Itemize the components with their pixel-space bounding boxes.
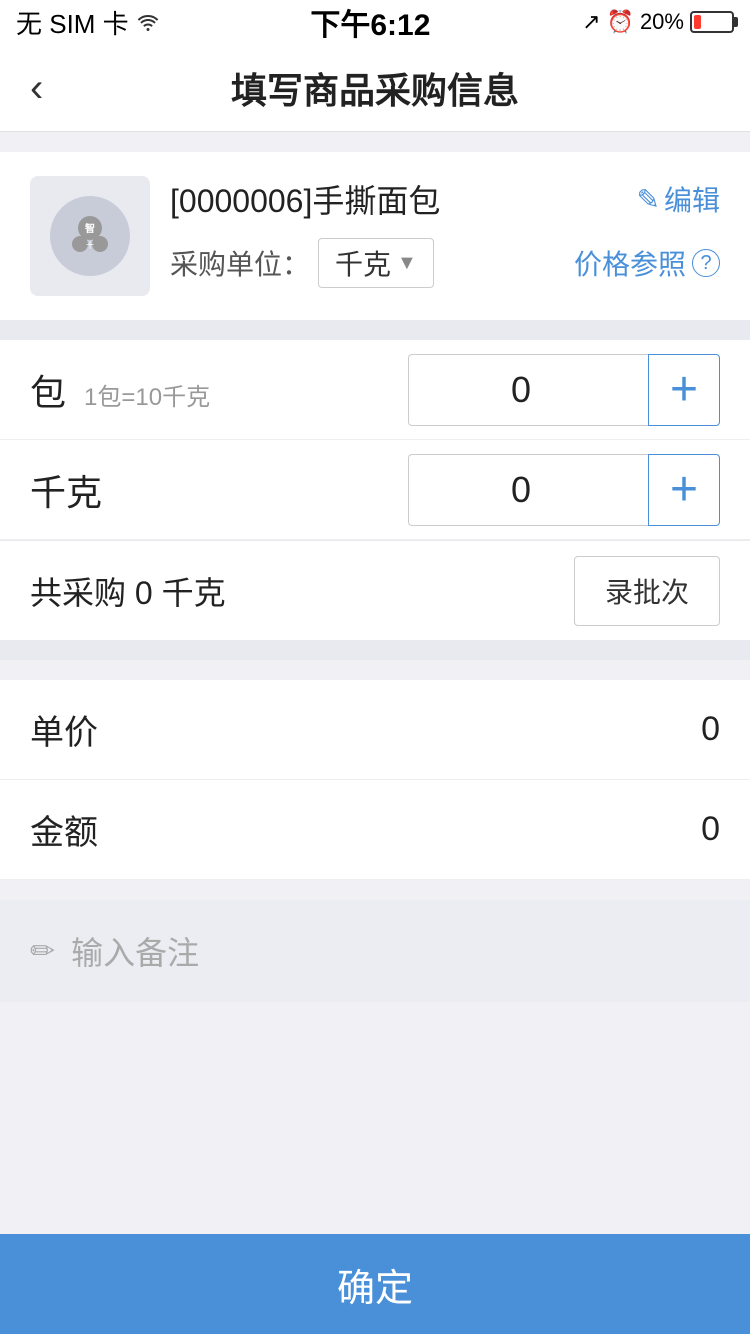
product-name-row: [0000006]手撕面包 ✎ 编辑	[170, 176, 720, 222]
nav-bar: ‹ 填写商品采购信息	[0, 44, 750, 132]
help-icon: ?	[692, 249, 720, 277]
product-card: 智 十 [0000006]手撕面包 ✎ 编辑 采购单位： 千克 ▼	[0, 152, 750, 320]
unit-select-dropdown[interactable]: 千克 ▼	[318, 238, 434, 288]
record-batch-button[interactable]: 录批次	[574, 556, 720, 626]
price-amount-section: 单价 0 金额 0	[0, 680, 750, 880]
remark-placeholder: 输入备注	[71, 928, 199, 974]
wifi-icon	[137, 7, 159, 38]
section-divider-1	[0, 320, 750, 340]
unit-value: 千克	[335, 243, 391, 283]
bag-quantity-input[interactable]	[408, 354, 648, 426]
product-logo: 智 十	[50, 196, 130, 276]
status-time: 下午6:12	[310, 0, 430, 44]
edit-icon: ✎	[637, 183, 660, 216]
amount-row: 金额 0	[0, 780, 750, 880]
kg-quantity-input[interactable]	[408, 454, 648, 526]
gps-icon: ↗	[582, 9, 600, 35]
status-bar: 无 SIM 卡 下午6:12 ↗ ⏰ 20%	[0, 0, 750, 44]
chevron-down-icon: ▼	[397, 252, 417, 275]
bag-input-right: +	[230, 354, 720, 426]
product-info: [0000006]手撕面包 ✎ 编辑 采购单位： 千克 ▼ 价格参照 ?	[170, 176, 720, 288]
price-value: 0	[701, 710, 720, 749]
section-divider-2	[0, 640, 750, 660]
back-button[interactable]: ‹	[30, 68, 43, 108]
total-label: 共采购 0 千克	[30, 568, 226, 614]
main-content: 智 十 [0000006]手撕面包 ✎ 编辑 采购单位： 千克 ▼	[0, 152, 750, 1112]
price-reference-button[interactable]: 价格参照 ?	[574, 243, 720, 283]
page-title: 填写商品采购信息	[231, 62, 519, 114]
edit-label: 编辑	[664, 179, 720, 219]
total-row: 共采购 0 千克 录批次	[0, 540, 750, 640]
bag-input-row: 包 1包=10千克 +	[0, 340, 750, 440]
input-section: 包 1包=10千克 + 千克 +	[0, 340, 750, 540]
bag-label: 包 1包=10千克	[30, 364, 230, 416]
remark-section[interactable]: ✏ 输入备注	[0, 900, 750, 1002]
bag-sub-label: 1包=10千克	[84, 384, 210, 411]
bag-label-text: 包	[30, 372, 66, 413]
unit-row: 采购单位： 千克 ▼ 价格参照 ?	[170, 238, 720, 288]
pencil-icon: ✏	[30, 934, 55, 969]
amount-value: 0	[701, 810, 720, 849]
unit-label: 采购单位：	[170, 243, 310, 283]
kg-input-row: 千克 +	[0, 440, 750, 540]
bag-plus-button[interactable]: +	[648, 354, 720, 426]
kg-plus-button[interactable]: +	[648, 454, 720, 526]
product-name: [0000006]手撕面包	[170, 176, 440, 222]
status-left: 无 SIM 卡	[16, 4, 159, 41]
amount-label: 金额	[30, 805, 98, 854]
status-right: ↗ ⏰ 20%	[582, 9, 734, 35]
svg-text:智: 智	[85, 222, 95, 235]
alarm-icon: ⏰	[607, 9, 634, 35]
svg-text:十: 十	[86, 240, 94, 250]
battery-icon	[690, 11, 734, 33]
price-label: 单价	[30, 705, 98, 754]
kg-input-right: +	[230, 454, 720, 526]
price-row: 单价 0	[0, 680, 750, 780]
product-thumbnail: 智 十	[30, 176, 150, 296]
price-ref-label: 价格参照	[574, 243, 686, 283]
no-sim-label: 无 SIM 卡	[16, 4, 129, 41]
edit-button[interactable]: ✎ 编辑	[637, 179, 720, 219]
confirm-button[interactable]: 确定	[0, 1234, 750, 1334]
kg-label: 千克	[30, 464, 230, 516]
battery-percent: 20%	[640, 9, 684, 35]
